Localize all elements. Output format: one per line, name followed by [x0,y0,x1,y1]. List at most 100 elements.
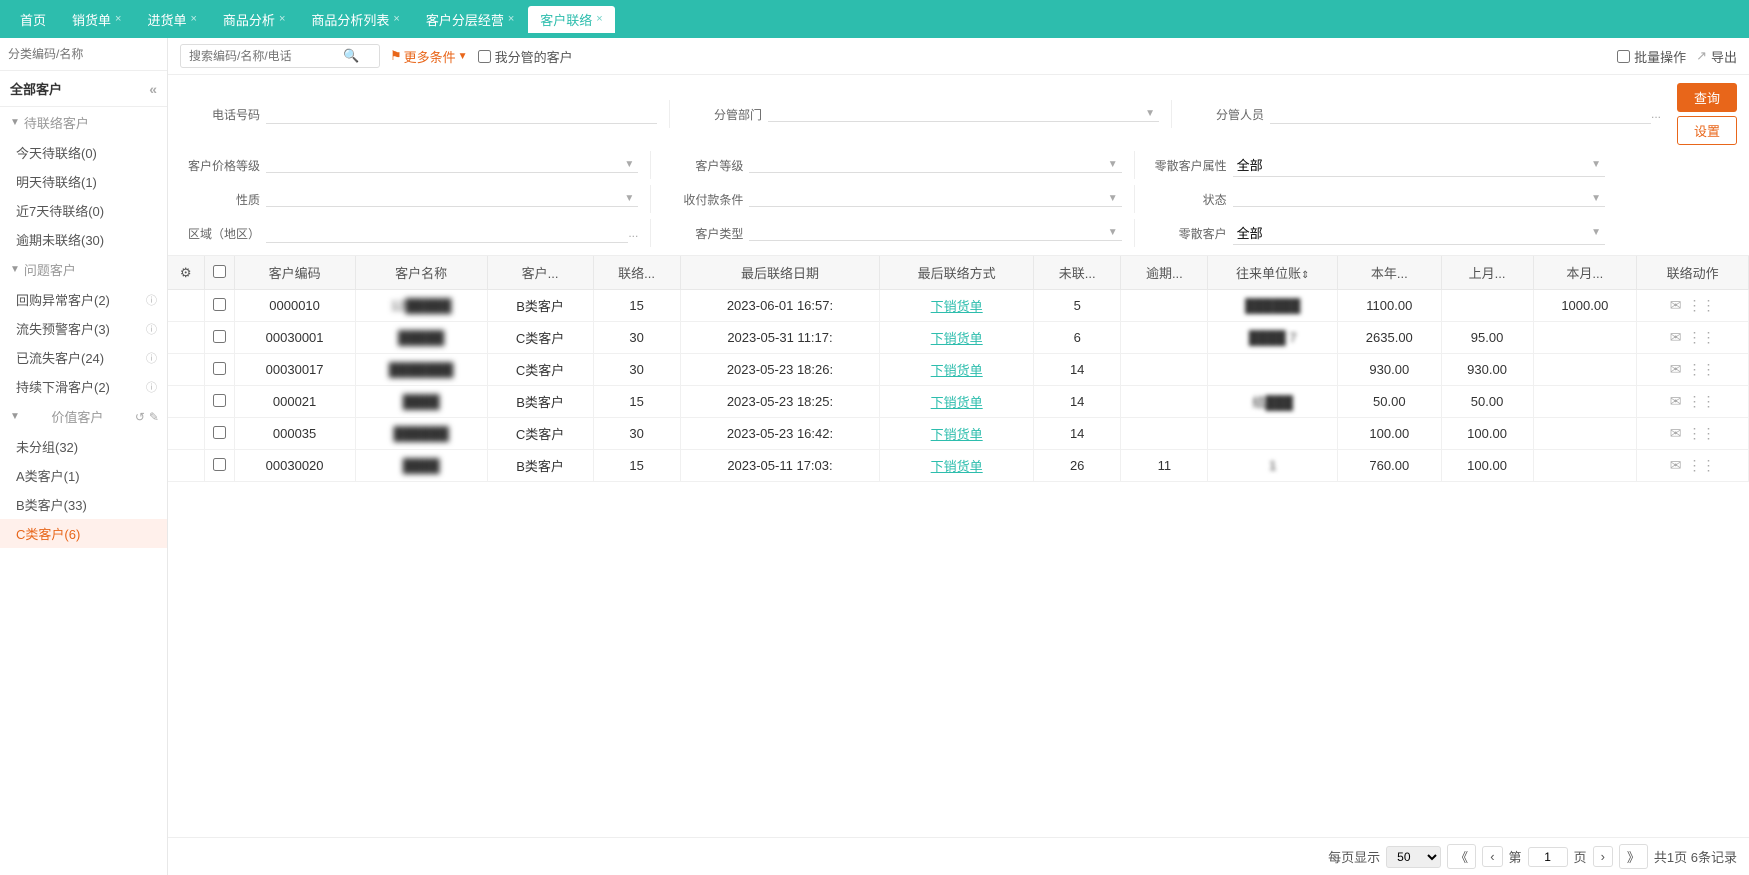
row-checkbox-cell[interactable] [204,322,234,354]
contact-method-link[interactable]: 下销货单 [931,459,983,474]
next-page-btn[interactable]: › [1593,846,1613,867]
more-actions-icon[interactable]: ⋮⋮ [1687,393,1715,410]
sidebar-item-tomorrow[interactable]: 明天待联络(1) [0,167,167,196]
contact-method-link[interactable]: 下销货单 [931,299,983,314]
sidebar-item-churned[interactable]: 已流失客户(24) ⓘ [0,343,167,372]
status-select[interactable]: ▼ [1233,191,1605,207]
message-icon[interactable]: ✉ [1670,329,1682,346]
sidebar-item-class-b[interactable]: B类客户(33) [0,490,167,519]
section-pending-contact[interactable]: 待联络客户 [0,107,167,138]
my-customers-check[interactable] [478,50,491,63]
payment-terms-select[interactable]: ▼ [749,191,1121,207]
more-actions-icon[interactable]: ⋮⋮ [1687,297,1715,314]
row-checkbox[interactable] [213,458,226,471]
sidebar-item-churn-warning[interactable]: 流失预警客户(3) ⓘ [0,314,167,343]
nav-customer-contact[interactable]: 客户联络 × [528,6,614,33]
contact-method-link[interactable]: 下销货单 [931,363,983,378]
row-checkbox[interactable] [213,298,226,311]
row-checkbox[interactable] [213,426,226,439]
row-checkbox-cell[interactable] [204,354,234,386]
nav-close-contact[interactable]: × [596,13,602,25]
section-problem-customers[interactable]: 问题客户 [0,254,167,285]
message-icon[interactable]: ✉ [1670,393,1682,410]
sidebar-all-customers[interactable]: 全部客户 « [0,71,167,107]
row-last-contact-method[interactable]: 下销货单 [880,418,1034,450]
row-last-contact-method[interactable]: 下销货单 [880,290,1034,322]
nav-purchase-order[interactable]: 进货单 × [135,6,208,33]
customer-level-select[interactable]: ▼ [749,157,1121,173]
row-checkbox[interactable] [213,330,226,343]
row-last-contact-method[interactable]: 下销货单 [880,450,1034,482]
message-icon[interactable]: ✉ [1670,425,1682,442]
batch-ops-check[interactable] [1617,50,1630,63]
my-customers-checkbox[interactable]: 我分管的客户 [478,47,573,66]
col-settings[interactable]: ⚙ [168,256,204,290]
retail-attr-select[interactable]: 全部 ▼ [1233,153,1605,177]
row-checkbox-cell[interactable] [204,290,234,322]
more-actions-icon[interactable]: ⋮⋮ [1687,457,1715,474]
contact-method-link[interactable]: 下销货单 [931,331,983,346]
sidebar-item-abnormal-repurchase[interactable]: 回购异常客户(2) ⓘ [0,285,167,314]
sidebar-search-input[interactable] [8,47,163,61]
last-page-btn[interactable]: 》 [1619,844,1648,869]
row-checkbox-cell[interactable] [204,450,234,482]
dept-select[interactable]: ▼ [768,106,1159,122]
settings-button[interactable]: 设置 [1677,116,1737,145]
manager-input[interactable] [1270,105,1651,124]
manager-ellipsis-icon[interactable]: ... [1651,107,1661,121]
region-ellipsis-icon[interactable]: ... [628,226,638,240]
batch-ops-btn[interactable]: 批量操作 [1617,47,1686,66]
first-page-btn[interactable]: 《 [1447,844,1476,869]
row-checkbox[interactable] [213,362,226,375]
contact-method-link[interactable]: 下销货单 [931,427,983,442]
sidebar-item-declining[interactable]: 持续下滑客户(2) ⓘ [0,372,167,401]
message-icon[interactable]: ✉ [1670,361,1682,378]
select-all-checkbox[interactable] [213,265,226,278]
nav-product-analysis-list[interactable]: 商品分析列表 × [299,6,411,33]
sidebar-item-class-a[interactable]: A类客户(1) [0,461,167,490]
row-checkbox-cell[interactable] [204,418,234,450]
row-checkbox-cell[interactable] [204,386,234,418]
message-icon[interactable]: ✉ [1670,297,1682,314]
sidebar-collapse-icon[interactable]: « [149,81,157,97]
per-page-select[interactable]: 50 100 [1386,846,1441,868]
row-last-contact-method[interactable]: 下销货单 [880,354,1034,386]
nature-select[interactable]: ▼ [266,191,638,207]
search-icon[interactable]: 🔍 [343,48,359,64]
more-actions-icon[interactable]: ⋮⋮ [1687,329,1715,346]
section-value-customers[interactable]: 价值客户 ↺ ✎ [0,401,167,432]
sidebar-item-class-c[interactable]: C类客户(6) [0,519,167,548]
nav-close-product-list[interactable]: × [393,13,399,25]
message-icon[interactable]: ✉ [1670,457,1682,474]
nav-customer-segment[interactable]: 客户分层经营 × [414,6,526,33]
sidebar-item-ungrouped[interactable]: 未分组(32) [0,432,167,461]
edit-icon[interactable]: ✎ [149,410,159,424]
nav-close-product-analysis[interactable]: × [279,13,285,25]
search-input[interactable] [189,49,339,63]
export-btn[interactable]: ↗ 导出 [1696,47,1737,66]
page-number-input[interactable] [1528,847,1568,867]
price-level-select[interactable]: ▼ [266,157,638,173]
sidebar-item-7days[interactable]: 近7天待联络(0) [0,196,167,225]
phone-input[interactable] [266,105,657,124]
row-last-contact-method[interactable]: 下销货单 [880,322,1034,354]
more-conditions-btn[interactable]: ⚑ 更多条件 ▼ [390,47,468,66]
row-last-contact-method[interactable]: 下销货单 [880,386,1034,418]
col-checkbox[interactable] [204,256,234,290]
refresh-icon[interactable]: ↺ [135,410,145,424]
sidebar-item-today[interactable]: 今天待联络(0) [0,138,167,167]
more-actions-icon[interactable]: ⋮⋮ [1687,425,1715,442]
region-input[interactable] [266,224,628,243]
nav-product-analysis[interactable]: 商品分析 × [211,6,297,33]
contact-method-link[interactable]: 下销货单 [931,395,983,410]
customer-type-select[interactable]: ▼ [749,225,1121,241]
retail-customer-select[interactable]: 全部 ▼ [1233,221,1605,245]
query-button[interactable]: 查询 [1677,83,1737,112]
nav-sales-order[interactable]: 销货单 × [60,6,133,33]
nav-close-sales[interactable]: × [115,13,121,25]
prev-page-btn[interactable]: ‹ [1482,846,1502,867]
more-actions-icon[interactable]: ⋮⋮ [1687,361,1715,378]
nav-close-purchase[interactable]: × [190,13,196,25]
nav-close-segment[interactable]: × [508,13,514,25]
sidebar-item-overdue[interactable]: 逾期未联络(30) [0,225,167,254]
